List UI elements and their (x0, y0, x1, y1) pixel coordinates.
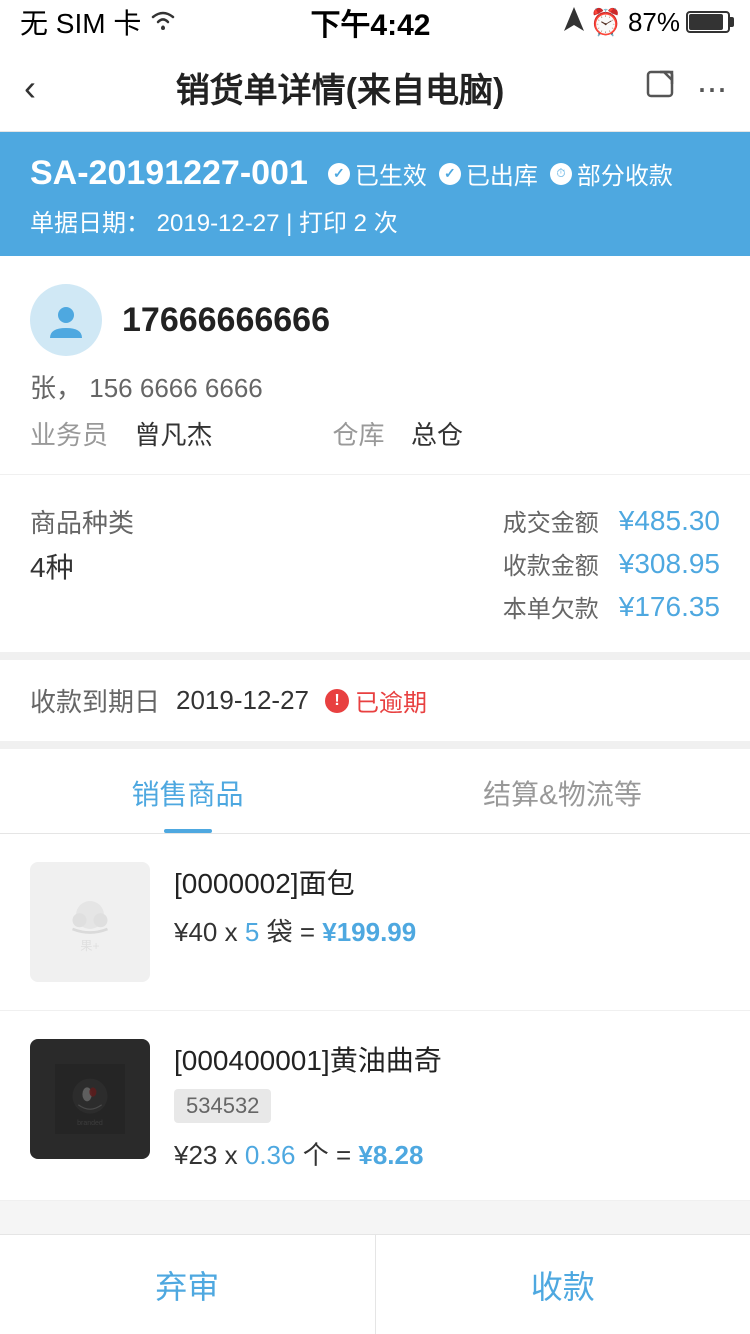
product-thumbnail-1: 果+ (30, 862, 150, 982)
page-title: 销货单详情(来自电脑) (176, 63, 505, 112)
product-type-label: 商品种类 (30, 503, 134, 540)
product-qty-2: 0.36 (245, 1140, 296, 1170)
stats-row: 商品种类 4种 成交金额 ¥485.30 收款金额 ¥308.95 本单欠款 ¥… (30, 503, 720, 624)
warehouse-info: 仓库 总仓 (333, 415, 464, 452)
more-icon[interactable]: ··· (696, 67, 726, 109)
collect-button[interactable]: 收款 (376, 1235, 750, 1334)
tab-settlement[interactable]: 结算&物流等 (375, 749, 750, 833)
product-name-2: [000400001]黄油曲奇 (174, 1039, 720, 1079)
tab-sales-products[interactable]: 销售商品 (0, 749, 375, 833)
status-left: 无 SIM 卡 (20, 2, 177, 42)
product-item: 果+ [0000002]面包 ¥40 x 5 袋 = ¥199.99 (0, 834, 750, 1011)
amount-label-3: 本单欠款 (503, 589, 599, 624)
badge-effective: ✓ 已生效 (328, 156, 427, 191)
check-icon-1: ✓ (328, 163, 350, 185)
overdue-icon: ! (325, 689, 349, 713)
bottom-bar: 弃审 收款 (0, 1234, 750, 1334)
avatar (30, 284, 102, 356)
due-date: 2019-12-27 (176, 685, 309, 716)
amount-row-3: 本单欠款 ¥176.35 (503, 589, 720, 624)
banner-sub: 单据日期： 2019-12-27 | 打印 2 次 (30, 203, 720, 238)
amount-value-3: ¥176.35 (619, 591, 720, 623)
status-bar: 无 SIM 卡 下午4:42 ⏰ 87% (0, 0, 750, 44)
product-type-count: 4种 (30, 546, 134, 586)
amount-value-1: ¥485.30 (619, 505, 720, 537)
svg-text:果+: 果+ (80, 939, 99, 953)
overdue-badge: ! 已逾期 (325, 683, 427, 718)
check-icon-2: ✓ (439, 163, 461, 185)
product-price-row-1: ¥40 x 5 袋 = ¥199.99 (174, 912, 720, 949)
svg-text:branded: branded (77, 1120, 103, 1127)
nav-actions: ··· (644, 67, 726, 109)
stats-left: 商品种类 4种 (30, 503, 134, 586)
overdue-text: 已逾期 (355, 683, 427, 718)
due-section: 收款到期日 2019-12-27 ! 已逾期 (0, 660, 750, 749)
product-item: branded [000400001]黄油曲奇 534532 ¥23 x 0.3… (0, 1011, 750, 1201)
product-qty-1: 5 (245, 917, 259, 947)
wifi-icon (149, 6, 177, 38)
battery-icon (686, 11, 730, 33)
amount-row-2: 收款金额 ¥308.95 (503, 546, 720, 581)
product-total-2: ¥8.28 (358, 1140, 423, 1170)
status-time: 下午4:42 (310, 0, 430, 44)
customer-detail: 张， 156 6666 6666 (30, 368, 720, 405)
product-info-1: [0000002]面包 ¥40 x 5 袋 = ¥199.99 (174, 862, 720, 949)
tabs-section: 销售商品 结算&物流等 (0, 749, 750, 834)
location-icon (564, 7, 584, 38)
customer-row: 17666666666 (30, 284, 720, 356)
back-button[interactable]: ‹ (24, 67, 36, 109)
due-label: 收款到期日 (30, 682, 160, 719)
nav-bar: ‹ 销货单详情(来自电脑) ··· (0, 44, 750, 132)
cancel-button[interactable]: 弃审 (0, 1235, 376, 1334)
battery-percent: 87% (628, 7, 680, 38)
salesman-info: 业务员 曾凡杰 (30, 415, 213, 452)
products-section: 果+ [0000002]面包 ¥40 x 5 袋 = ¥199.99 (0, 834, 750, 1201)
alarm-icon: ⏰ (590, 7, 622, 38)
clock-icon: ⏱ (550, 163, 572, 185)
amount-row-1: 成交金额 ¥485.30 (503, 503, 720, 538)
banner-top: SA-20191227-001 ✓ 已生效 ✓ 已出库 ⏱ 部分收款 (30, 154, 720, 193)
customer-phone: 17666666666 (122, 301, 330, 340)
amount-value-2: ¥308.95 (619, 548, 720, 580)
badges: ✓ 已生效 ✓ 已出库 ⏱ 部分收款 (328, 156, 673, 191)
product-price-row-2: ¥23 x 0.36 个 = ¥8.28 (174, 1135, 720, 1172)
header-banner: SA-20191227-001 ✓ 已生效 ✓ 已出库 ⏱ 部分收款 单据日期：… (0, 132, 750, 256)
product-thumbnail-2: branded (30, 1039, 150, 1159)
badge-shipped: ✓ 已出库 (439, 156, 538, 191)
customer-section: 17666666666 张， 156 6666 6666 业务员 曾凡杰 仓库 … (0, 256, 750, 475)
stats-section: 商品种类 4种 成交金额 ¥485.30 收款金额 ¥308.95 本单欠款 ¥… (0, 475, 750, 660)
carrier-text: 无 SIM 卡 (20, 2, 141, 42)
product-total-1: ¥199.99 (322, 917, 416, 947)
customer-meta: 业务员 曾凡杰 仓库 总仓 (30, 415, 720, 452)
status-right: ⏰ 87% (564, 7, 730, 38)
tabs-row: 销售商品 结算&物流等 (0, 749, 750, 833)
share-icon[interactable] (644, 68, 676, 108)
product-name-1: [0000002]面包 (174, 862, 720, 902)
amount-label-1: 成交金额 (503, 503, 599, 538)
order-id: SA-20191227-001 (30, 154, 308, 193)
product-sku-badge: 534532 (174, 1089, 271, 1123)
badge-partial: ⏱ 部分收款 (550, 156, 673, 191)
product-info-2: [000400001]黄油曲奇 534532 ¥23 x 0.36 个 = ¥8… (174, 1039, 720, 1172)
stats-right: 成交金额 ¥485.30 收款金额 ¥308.95 本单欠款 ¥176.35 (503, 503, 720, 624)
amount-label-2: 收款金额 (503, 546, 599, 581)
